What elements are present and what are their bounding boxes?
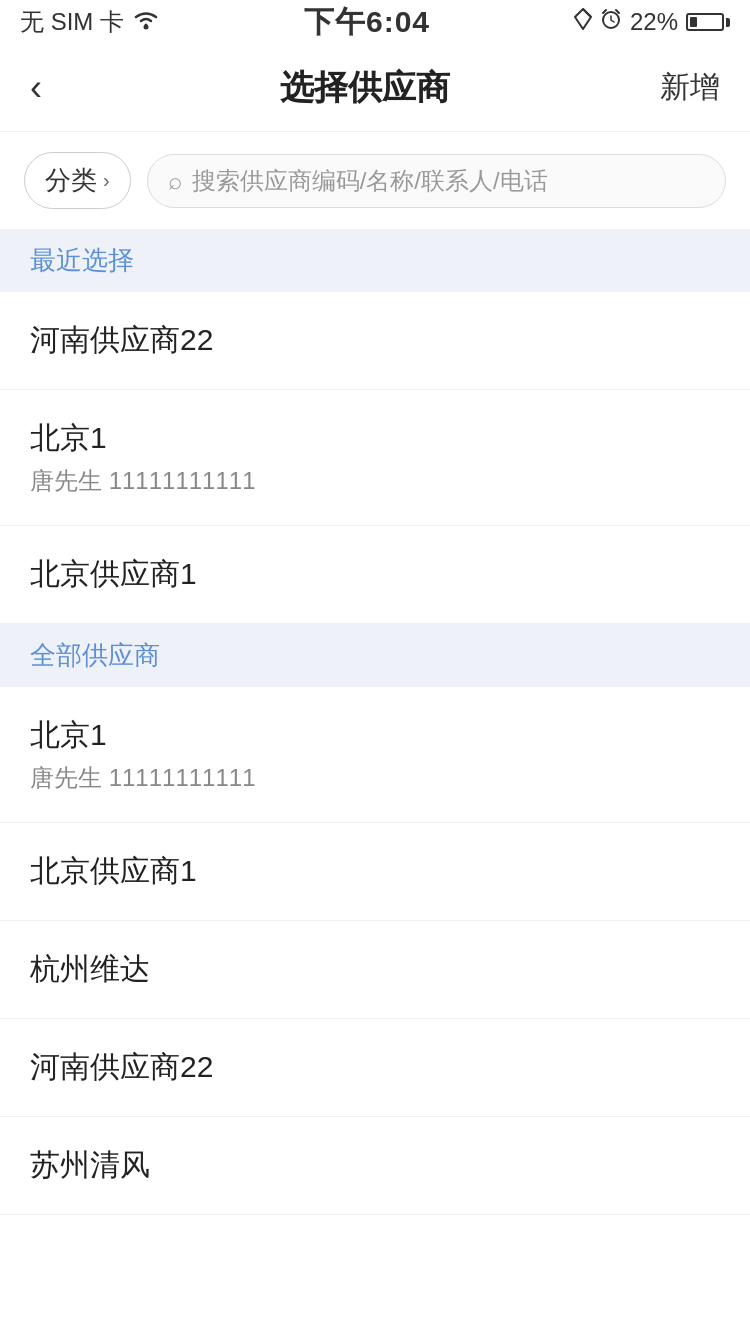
search-placeholder: 搜索供应商编码/名称/联系人/电话: [192, 165, 548, 197]
list-item[interactable]: 北京供应商1: [0, 823, 750, 921]
recent-section-header: 最近选择: [0, 229, 750, 292]
all-items-list: 北京1 唐先生 11111111111 北京供应商1 杭州维达河南供应商22 苏州清风: [0, 687, 750, 1215]
list-item[interactable]: 北京1 唐先生 11111111111: [0, 390, 750, 526]
item-name: 河南供应商22: [30, 1047, 720, 1088]
item-name: 北京1: [30, 418, 720, 459]
list-item[interactable]: 杭州维达: [0, 921, 750, 1019]
status-bar: 无 SIM 卡 下午6:04 22%: [0, 0, 750, 44]
status-time: 下午6:04: [304, 2, 430, 43]
item-name: 苏州清风: [30, 1145, 720, 1186]
status-right: 22%: [574, 8, 730, 36]
search-input-wrap[interactable]: ⌕ 搜索供应商编码/名称/联系人/电话: [147, 154, 726, 208]
item-sub: 唐先生 11111111111: [30, 465, 720, 497]
list-item[interactable]: 河南供应商22: [0, 292, 750, 390]
list-item[interactable]: 河南供应商22: [0, 1019, 750, 1117]
battery-percent: 22%: [630, 8, 678, 36]
page-title: 选择供应商: [280, 65, 450, 111]
list-item[interactable]: 北京供应商1: [0, 526, 750, 624]
battery-icon: [686, 13, 730, 31]
item-name: 杭州维达: [30, 949, 720, 990]
item-sub: 唐先生 11111111111: [30, 762, 720, 794]
item-name: 北京1: [30, 715, 720, 756]
wifi-icon: [132, 8, 160, 36]
all-section-header: 全部供应商: [0, 624, 750, 687]
chevron-right-icon: ›: [103, 169, 110, 192]
recent-items-list: 河南供应商22 北京1 唐先生 11111111111 北京供应商1: [0, 292, 750, 624]
sim-label: 无 SIM 卡: [20, 6, 124, 38]
item-name: 北京供应商1: [30, 851, 720, 892]
back-button[interactable]: ‹: [30, 67, 90, 109]
search-area: 分类 › ⌕ 搜索供应商编码/名称/联系人/电话: [0, 132, 750, 229]
list-item[interactable]: 苏州清风: [0, 1117, 750, 1215]
category-label: 分类: [45, 163, 97, 198]
svg-point-0: [144, 25, 149, 30]
search-icon: ⌕: [168, 167, 182, 195]
category-filter-button[interactable]: 分类 ›: [24, 152, 131, 209]
location-icon: [574, 8, 592, 36]
status-left: 无 SIM 卡: [20, 6, 160, 38]
item-name: 北京供应商1: [30, 554, 720, 595]
list-item[interactable]: 北京1 唐先生 11111111111: [0, 687, 750, 823]
alarm-icon: [600, 8, 622, 36]
nav-bar: ‹ 选择供应商 新增: [0, 44, 750, 132]
item-name: 河南供应商22: [30, 320, 720, 361]
add-new-button[interactable]: 新增: [640, 67, 720, 108]
